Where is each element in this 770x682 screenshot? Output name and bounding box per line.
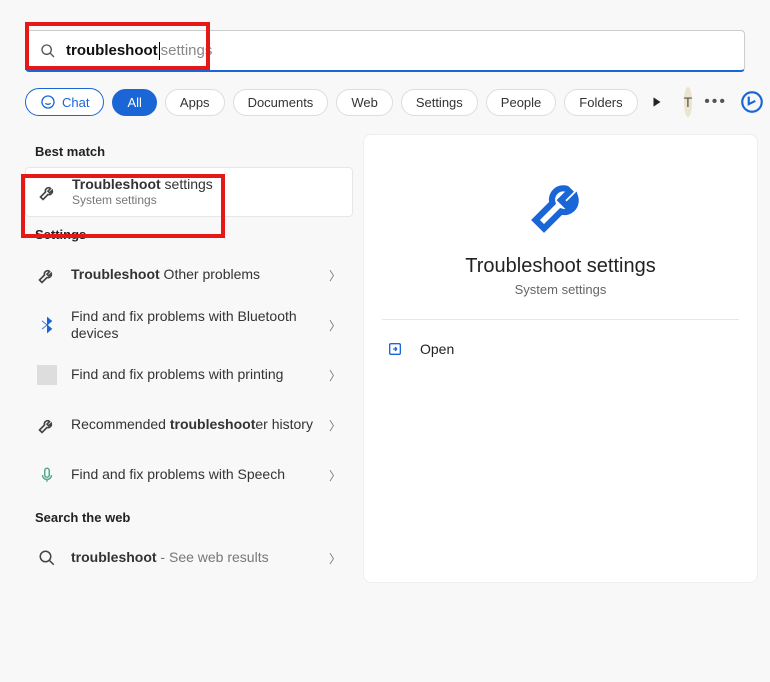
result-speech[interactable]: Find and fix problems with Speech 〉 (25, 450, 353, 500)
wrench-icon (37, 415, 57, 435)
bluetooth-icon (37, 315, 57, 335)
tab-label: Folders (579, 95, 622, 110)
best-match-title: Troubleshoot settings (72, 176, 340, 194)
tab-label: People (501, 95, 541, 110)
search-typed-text: troubleshoot (66, 42, 158, 60)
search-bar[interactable]: troubleshoot settings (25, 30, 745, 72)
tab-documents[interactable]: Documents (233, 89, 329, 116)
bing-icon[interactable] (739, 89, 765, 115)
divider (382, 319, 739, 320)
tab-apps[interactable]: Apps (165, 89, 225, 116)
chevron-right-icon: 〉 (329, 317, 341, 334)
tab-label: Apps (180, 95, 210, 110)
wrench-icon (37, 265, 57, 285)
microphone-icon (37, 465, 57, 485)
wrench-icon (382, 169, 739, 237)
text-cursor (159, 42, 160, 60)
best-match-item[interactable]: Troubleshoot settings System settings (25, 167, 353, 217)
result-label: troubleshoot - See web results (71, 549, 315, 567)
tab-people[interactable]: People (486, 89, 556, 116)
preview-subtitle: System settings (382, 282, 739, 297)
section-best-match: Best match (35, 144, 353, 159)
wrench-icon (38, 182, 58, 202)
result-web-search[interactable]: troubleshoot - See web results 〉 (25, 533, 353, 583)
chevron-right-icon: 〉 (329, 367, 341, 384)
section-settings: Settings (35, 227, 353, 242)
more-options-button[interactable]: ••• (700, 89, 731, 115)
tab-folders[interactable]: Folders (564, 89, 637, 116)
tab-label: Web (351, 95, 378, 110)
search-autocomplete-hint: settings (161, 42, 213, 60)
search-input[interactable]: troubleshoot settings (66, 42, 212, 60)
search-icon (40, 43, 56, 59)
best-match-subtitle: System settings (72, 193, 340, 208)
tab-label: All (127, 95, 141, 110)
preview-title: Troubleshoot settings (382, 255, 739, 278)
chevron-right-icon: 〉 (329, 267, 341, 284)
result-troubleshoot-other[interactable]: Troubleshoot Other problems 〉 (25, 250, 353, 300)
open-icon (386, 340, 404, 358)
tab-settings[interactable]: Settings (401, 89, 478, 116)
preview-panel: Troubleshoot settings System settings Op… (363, 134, 758, 583)
placeholder-icon (37, 365, 57, 385)
tab-chat[interactable]: Chat (25, 88, 104, 116)
result-label: Find and fix problems with printing (71, 366, 315, 384)
chevron-right-icon: 〉 (329, 417, 341, 434)
chevron-right-icon: 〉 (329, 550, 341, 567)
results-panel: Best match Troubleshoot settings System … (0, 134, 353, 583)
chat-icon (40, 94, 56, 110)
open-action[interactable]: Open (382, 334, 739, 364)
search-icon (37, 548, 57, 568)
tabs-scroll-right[interactable] (646, 91, 668, 113)
printer-icon (37, 365, 57, 385)
result-label: Find and fix problems with Bluetooth dev… (71, 308, 315, 343)
tab-label: Chat (62, 95, 89, 110)
chevron-right-icon: 〉 (329, 467, 341, 484)
result-label: Troubleshoot Other problems (71, 266, 315, 284)
result-recommended-history[interactable]: Recommended troubleshooter history 〉 (25, 400, 353, 450)
section-search-web: Search the web (35, 510, 353, 525)
tabs-row: Chat All Apps Documents Web Settings Peo… (25, 84, 745, 120)
tab-web[interactable]: Web (336, 89, 393, 116)
result-printing[interactable]: Find and fix problems with printing 〉 (25, 350, 353, 400)
result-label: Find and fix problems with Speech (71, 466, 315, 484)
user-avatar[interactable]: T (684, 87, 693, 117)
result-label: Recommended troubleshooter history (71, 416, 315, 434)
avatar-initial: T (684, 94, 693, 110)
tab-label: Documents (248, 95, 314, 110)
result-bluetooth[interactable]: Find and fix problems with Bluetooth dev… (25, 300, 353, 350)
tab-label: Settings (416, 95, 463, 110)
tab-all[interactable]: All (112, 89, 156, 116)
open-label: Open (420, 341, 454, 357)
